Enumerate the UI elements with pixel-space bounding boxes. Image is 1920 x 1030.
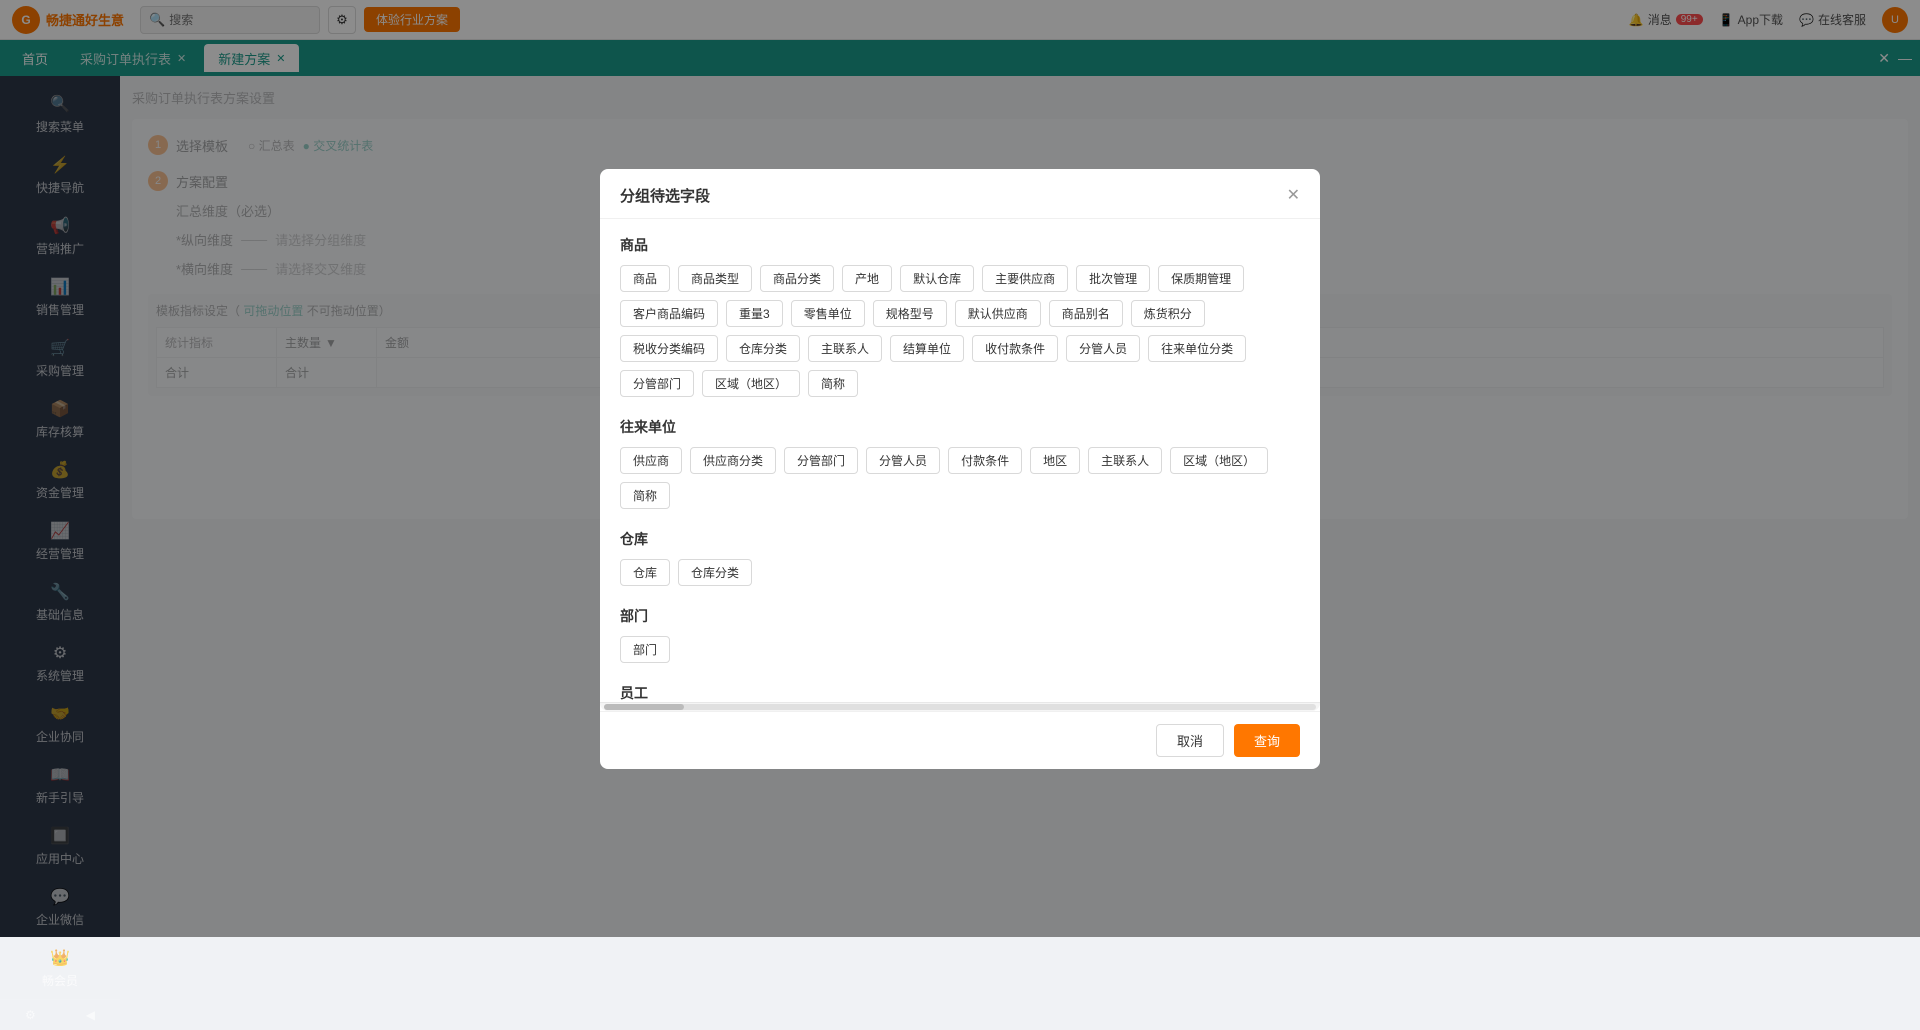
modal-overlay: 分组待选字段 ✕ 商品 商品 商品类型 商品分类 产地 默认仓库 主要供应商 批… — [0, 0, 1920, 937]
section-title-department: 部门 — [620, 606, 1300, 626]
section-title-warehouse: 仓库 — [620, 529, 1300, 549]
modal-title: 分组待选字段 — [620, 185, 710, 206]
field-tag[interactable]: 商品别名 — [1049, 300, 1123, 327]
sidebar-settings-button[interactable]: ⚙ — [25, 1008, 36, 1022]
modal-header: 分组待选字段 ✕ — [600, 169, 1320, 219]
modal-footer: 取消 查询 — [600, 711, 1320, 769]
field-tag[interactable]: 供应商分类 — [690, 447, 776, 474]
sidebar-bottom: ⚙ ◀ — [0, 999, 120, 1030]
field-tag[interactable]: 仓库分类 — [726, 335, 800, 362]
field-tag[interactable]: 默认供应商 — [955, 300, 1041, 327]
modal-horizontal-scrollbar[interactable] — [600, 702, 1320, 711]
field-tag[interactable]: 商品 — [620, 265, 670, 292]
field-tag[interactable]: 零售单位 — [791, 300, 865, 327]
field-tag[interactable]: 分管人员 — [866, 447, 940, 474]
section-title-product: 商品 — [620, 235, 1300, 255]
modal-close-button[interactable]: ✕ — [1287, 185, 1300, 205]
field-tag[interactable]: 商品分类 — [760, 265, 834, 292]
field-tag[interactable]: 简称 — [808, 370, 858, 397]
field-list-warehouse: 仓库 仓库分类 — [620, 559, 1300, 586]
field-tag[interactable]: 保质期管理 — [1158, 265, 1244, 292]
field-section-employee: 员工 业务员 — [620, 683, 1300, 702]
sidebar-collapse-button[interactable]: ◀ — [86, 1008, 95, 1022]
field-tag[interactable]: 主要供应商 — [982, 265, 1068, 292]
field-tag[interactable]: 默认仓库 — [900, 265, 974, 292]
field-tag[interactable]: 客户商品编码 — [620, 300, 718, 327]
field-tag[interactable]: 简称 — [620, 482, 670, 509]
field-tag[interactable]: 仓库 — [620, 559, 670, 586]
hscroll-thumb[interactable] — [604, 704, 684, 710]
field-tag[interactable]: 产地 — [842, 265, 892, 292]
field-tag[interactable]: 结算单位 — [890, 335, 964, 362]
field-tag[interactable]: 炼货积分 — [1131, 300, 1205, 327]
field-tag[interactable]: 分管部门 — [784, 447, 858, 474]
field-tag[interactable]: 主联系人 — [1088, 447, 1162, 474]
field-tag[interactable]: 重量3 — [726, 300, 783, 327]
field-section-warehouse: 仓库 仓库 仓库分类 — [620, 529, 1300, 586]
field-selector-modal: 分组待选字段 ✕ 商品 商品 商品类型 商品分类 产地 默认仓库 主要供应商 批… — [600, 169, 1320, 769]
modal-body[interactable]: 商品 商品 商品类型 商品分类 产地 默认仓库 主要供应商 批次管理 保质期管理… — [600, 219, 1320, 702]
hscroll-track — [604, 704, 1316, 710]
member-icon: 👑 — [50, 948, 70, 968]
field-tag[interactable]: 部门 — [620, 636, 670, 663]
field-tag[interactable]: 主联系人 — [808, 335, 882, 362]
confirm-button[interactable]: 查询 — [1234, 724, 1300, 757]
cancel-button[interactable]: 取消 — [1156, 724, 1224, 757]
field-tag[interactable]: 仓库分类 — [678, 559, 752, 586]
field-tag[interactable]: 区域（地区） — [1170, 447, 1268, 474]
field-tag[interactable]: 供应商 — [620, 447, 682, 474]
sidebar-item-member[interactable]: 👑 畅会员 — [0, 938, 120, 999]
field-list-department: 部门 — [620, 636, 1300, 663]
field-list-partner: 供应商 供应商分类 分管部门 分管人员 付款条件 地区 主联系人 区域（地区） … — [620, 447, 1300, 509]
field-tag[interactable]: 规格型号 — [873, 300, 947, 327]
field-section-product: 商品 商品 商品类型 商品分类 产地 默认仓库 主要供应商 批次管理 保质期管理… — [620, 235, 1300, 397]
field-tag[interactable]: 地区 — [1030, 447, 1080, 474]
field-tag[interactable]: 分管部门 — [620, 370, 694, 397]
field-tag[interactable]: 商品类型 — [678, 265, 752, 292]
field-tag[interactable]: 区域（地区） — [702, 370, 800, 397]
field-tag[interactable]: 往来单位分类 — [1148, 335, 1246, 362]
field-list-product: 商品 商品类型 商品分类 产地 默认仓库 主要供应商 批次管理 保质期管理 客户… — [620, 265, 1300, 397]
section-title-partner: 往来单位 — [620, 417, 1300, 437]
field-section-partner: 往来单位 供应商 供应商分类 分管部门 分管人员 付款条件 地区 主联系人 区域… — [620, 417, 1300, 509]
field-tag[interactable]: 付款条件 — [948, 447, 1022, 474]
field-tag[interactable]: 收付款条件 — [972, 335, 1058, 362]
field-section-department: 部门 部门 — [620, 606, 1300, 663]
sidebar-item-member-label: 畅会员 — [42, 972, 78, 989]
field-tag[interactable]: 批次管理 — [1076, 265, 1150, 292]
field-tag[interactable]: 分管人员 — [1066, 335, 1140, 362]
section-title-employee: 员工 — [620, 683, 1300, 702]
field-tag[interactable]: 税收分类编码 — [620, 335, 718, 362]
